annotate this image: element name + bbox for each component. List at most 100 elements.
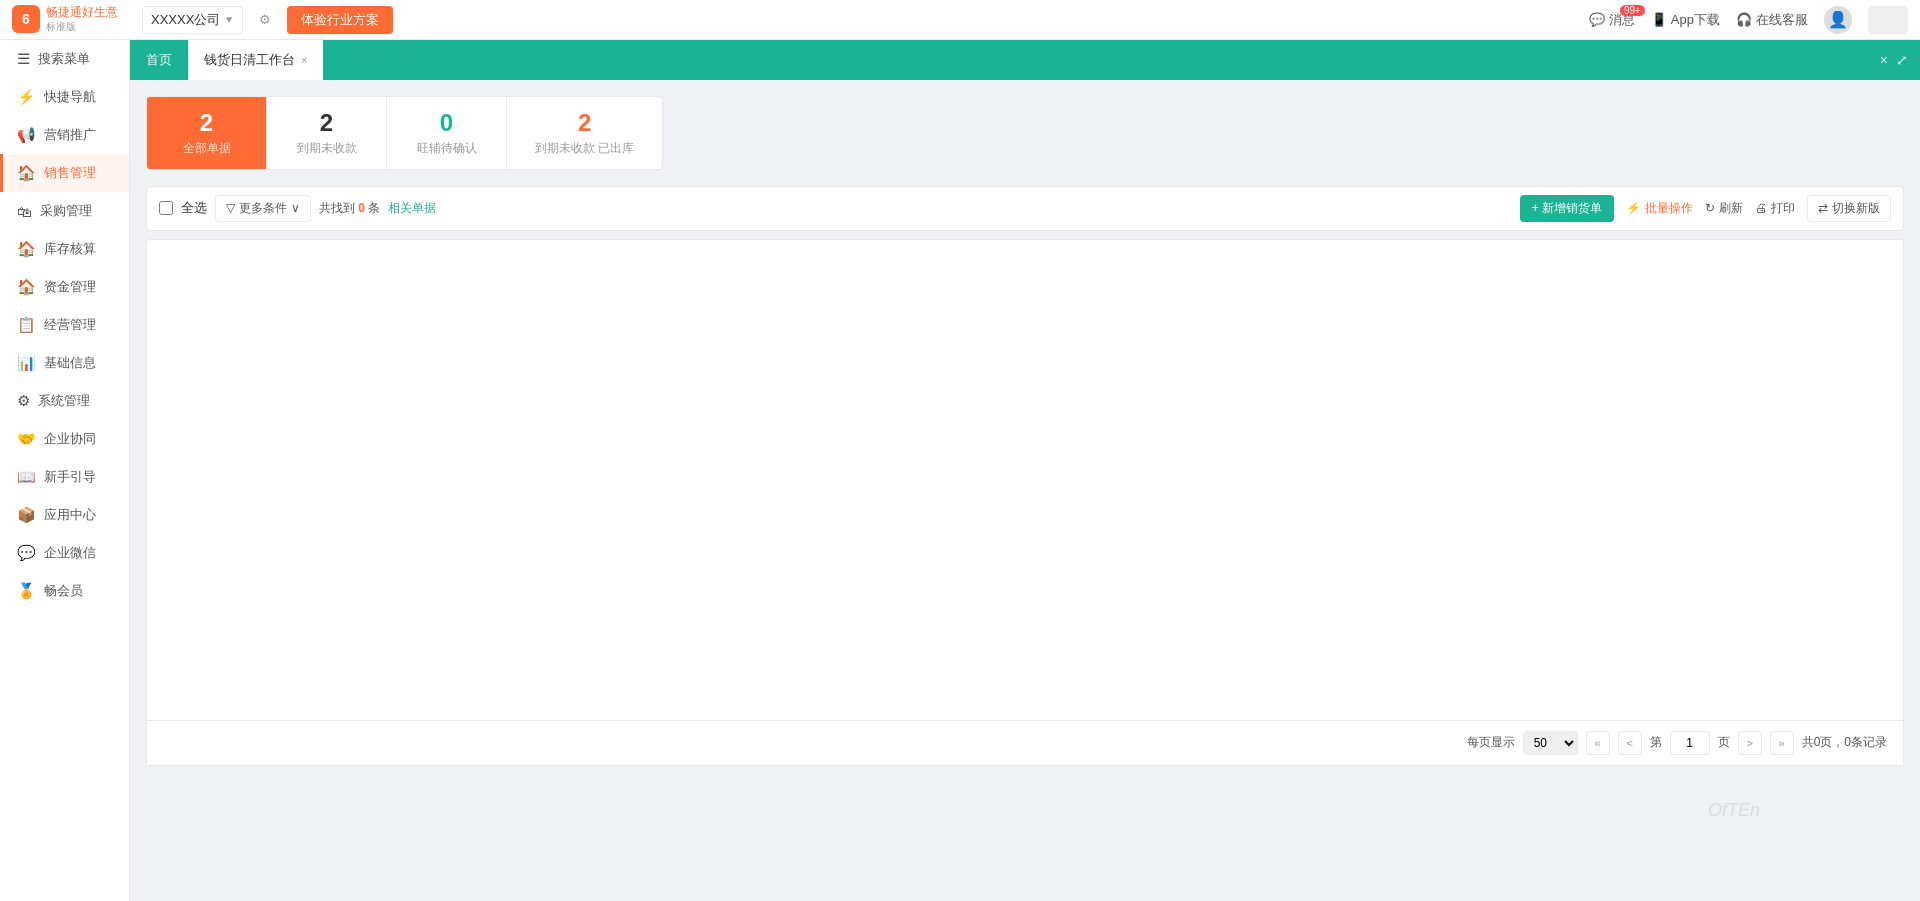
first-page-button[interactable]: « <box>1586 731 1610 755</box>
tab-close-icon[interactable]: × <box>301 54 307 66</box>
stat-wangwang[interactable]: 0 旺辅待确认 <box>387 97 507 169</box>
wechat-icon: 💬 <box>17 544 36 562</box>
tab-qhrc[interactable]: 钱货日清工作台 × <box>188 40 323 80</box>
select-all-label: 全选 <box>181 199 207 217</box>
page-size-select[interactable]: 20 50 100 <box>1523 731 1578 755</box>
avatar-icon: 👤 <box>1828 10 1848 29</box>
filter-dropdown-icon: ∨ <box>291 201 300 215</box>
sidebar-item-label: 企业协同 <box>44 430 96 448</box>
stat-overdue-unshipped[interactable]: 2 到期未收款 已出库 <box>507 97 662 169</box>
refresh-icon: ↻ <box>1705 201 1715 215</box>
gear-icon: ⚙ <box>259 12 271 27</box>
tab-bar: 首页 钱货日清工作台 × × ⤢ <box>130 40 1920 80</box>
sidebar-item-base-info[interactable]: 📊 基础信息 <box>0 344 129 382</box>
sidebar-item-label: 基础信息 <box>44 354 96 372</box>
sidebar-item-label: 新手引导 <box>44 468 96 486</box>
sidebar-item-purchase[interactable]: 🛍 采购管理 <box>0 192 129 230</box>
stats-cards: 2 全部单据 2 到期未收款 0 旺辅待确认 2 到期未收款 已出库 <box>146 96 663 170</box>
app-download-button[interactable]: 📱 App下载 <box>1651 11 1720 29</box>
logo-icon: 6 <box>12 5 40 33</box>
more-filter-button[interactable]: ▽ 更多条件 ∨ <box>215 195 311 222</box>
sidebar-item-operations[interactable]: 📋 经营管理 <box>0 306 129 344</box>
found-count: 0 <box>358 201 365 215</box>
app-download-icon: 📱 <box>1651 12 1667 27</box>
capital-icon: 🏠 <box>17 278 36 296</box>
sidebar-item-enterprise[interactable]: 🤝 企业协同 <box>0 420 129 458</box>
stat-overdue-unshipped-number: 2 <box>535 109 634 138</box>
more-filter-label: 更多条件 <box>239 200 287 217</box>
toolbar: 全选 ▽ 更多条件 ∨ 共找到 0 条 相关单据 + 新增销货单 ⚡ 批量操作 … <box>146 186 1904 231</box>
sidebar-item-app-center[interactable]: 📦 应用中心 <box>0 496 129 534</box>
sidebar-item-label: 畅会员 <box>44 582 83 600</box>
sidebar-item-sales[interactable]: 🏠 销售管理 <box>0 154 129 192</box>
table-area: 每页显示 20 50 100 « < 第 页 > » 共0页，0条记录 <box>146 239 1904 766</box>
sidebar-item-label: 企业微信 <box>44 544 96 562</box>
total-text: 共0页，0条记录 <box>1802 734 1887 751</box>
sidebar-item-label: 采购管理 <box>40 202 92 220</box>
logo-area: 6 畅捷通好生意 标准版 <box>12 5 142 33</box>
operations-icon: 📋 <box>17 316 36 334</box>
tab-home-label: 首页 <box>146 51 172 69</box>
company-selector[interactable]: XXXXX公司 ▼ <box>142 6 243 34</box>
trial-button[interactable]: 体验行业方案 <box>287 6 393 34</box>
switch-version-button[interactable]: ⇄ 切换新版 <box>1807 195 1891 222</box>
sidebar-item-marketing[interactable]: 📢 营销推广 <box>0 116 129 154</box>
settings-button[interactable]: ⚙ <box>251 6 279 34</box>
tab-maximize-icon[interactable]: ⤢ <box>1896 52 1908 68</box>
stat-all-label: 全部单据 <box>175 140 238 157</box>
next-page-button[interactable]: > <box>1738 731 1762 755</box>
last-page-button[interactable]: » <box>1770 731 1794 755</box>
sidebar-item-label: 应用中心 <box>44 506 96 524</box>
page-label: 第 <box>1650 734 1662 751</box>
tab-minimize-icon[interactable]: × <box>1880 52 1888 68</box>
sidebar-item-wechat[interactable]: 💬 企业微信 <box>0 534 129 572</box>
stat-overdue-unshipped-label: 到期未收款 已出库 <box>535 140 634 157</box>
related-link[interactable]: 相关单据 <box>388 200 436 217</box>
print-icon: 🖨 <box>1755 201 1767 215</box>
stat-all[interactable]: 2 全部单据 <box>147 97 267 169</box>
system-icon: ⚙ <box>17 392 30 410</box>
last-page-icon: » <box>1779 737 1785 749</box>
new-sales-button[interactable]: + 新增销货单 <box>1520 195 1614 222</box>
sidebar-item-search[interactable]: ☰ 搜索菜单 <box>0 40 129 78</box>
purchase-icon: 🛍 <box>17 203 32 220</box>
refresh-button[interactable]: ↻ 刷新 <box>1705 200 1743 217</box>
inventory-icon: 🏠 <box>17 240 36 258</box>
sales-icon: 🏠 <box>17 164 36 182</box>
toolbar-right: + 新增销货单 ⚡ 批量操作 ↻ 刷新 🖨 打印 ⇄ 切换新版 <box>1520 195 1891 222</box>
online-service-label: 在线客服 <box>1756 11 1808 29</box>
menu-search-icon: ☰ <box>17 50 30 68</box>
page-size-prefix: 每页显示 <box>1467 734 1515 751</box>
sidebar-item-member[interactable]: 🏅 畅会员 <box>0 572 129 610</box>
switch-icon: ⇄ <box>1818 201 1828 215</box>
sidebar-item-label: 销售管理 <box>44 164 96 182</box>
sidebar-item-system[interactable]: ⚙ 系统管理 <box>0 382 129 420</box>
refresh-label: 刷新 <box>1719 200 1743 217</box>
sidebar-item-inventory[interactable]: 🏠 库存核算 <box>0 230 129 268</box>
print-button[interactable]: 🖨 打印 <box>1755 200 1795 217</box>
base-info-icon: 📊 <box>17 354 36 372</box>
online-service-button[interactable]: 🎧 在线客服 <box>1736 11 1808 29</box>
tab-home[interactable]: 首页 <box>130 40 188 80</box>
main-content: 2 全部单据 2 到期未收款 0 旺辅待确认 2 到期未收款 已出库 全选 ▽ … <box>130 80 1920 901</box>
logo-sub: 标准版 <box>46 20 118 34</box>
batch-operation-button[interactable]: ⚡ 批量操作 <box>1626 200 1693 217</box>
found-prefix: 共找到 0 条 <box>319 200 380 217</box>
user-avatar[interactable]: 👤 <box>1824 6 1852 34</box>
pagination-bar: 每页显示 20 50 100 « < 第 页 > » 共0页，0条记录 <box>147 720 1903 765</box>
marketing-icon: 📢 <box>17 126 36 144</box>
prev-page-button[interactable]: < <box>1618 731 1642 755</box>
sidebar-item-label: 库存核算 <box>44 240 96 258</box>
select-all-checkbox[interactable] <box>159 201 173 215</box>
user-menu[interactable] <box>1868 6 1908 34</box>
message-button[interactable]: 💬 消息 99+ <box>1589 11 1635 29</box>
sidebar-item-quick-nav[interactable]: ⚡ 快捷导航 <box>0 78 129 116</box>
filter-icon: ▽ <box>226 201 235 215</box>
page-number-input[interactable] <box>1670 731 1710 755</box>
enterprise-icon: 🤝 <box>17 430 36 448</box>
sidebar-item-guide[interactable]: 📖 新手引导 <box>0 458 129 496</box>
sidebar-item-label: 资金管理 <box>44 278 96 296</box>
message-badge: 99+ <box>1620 5 1645 16</box>
sidebar-item-capital[interactable]: 🏠 资金管理 <box>0 268 129 306</box>
stat-overdue-unpaid[interactable]: 2 到期未收款 <box>267 97 387 169</box>
